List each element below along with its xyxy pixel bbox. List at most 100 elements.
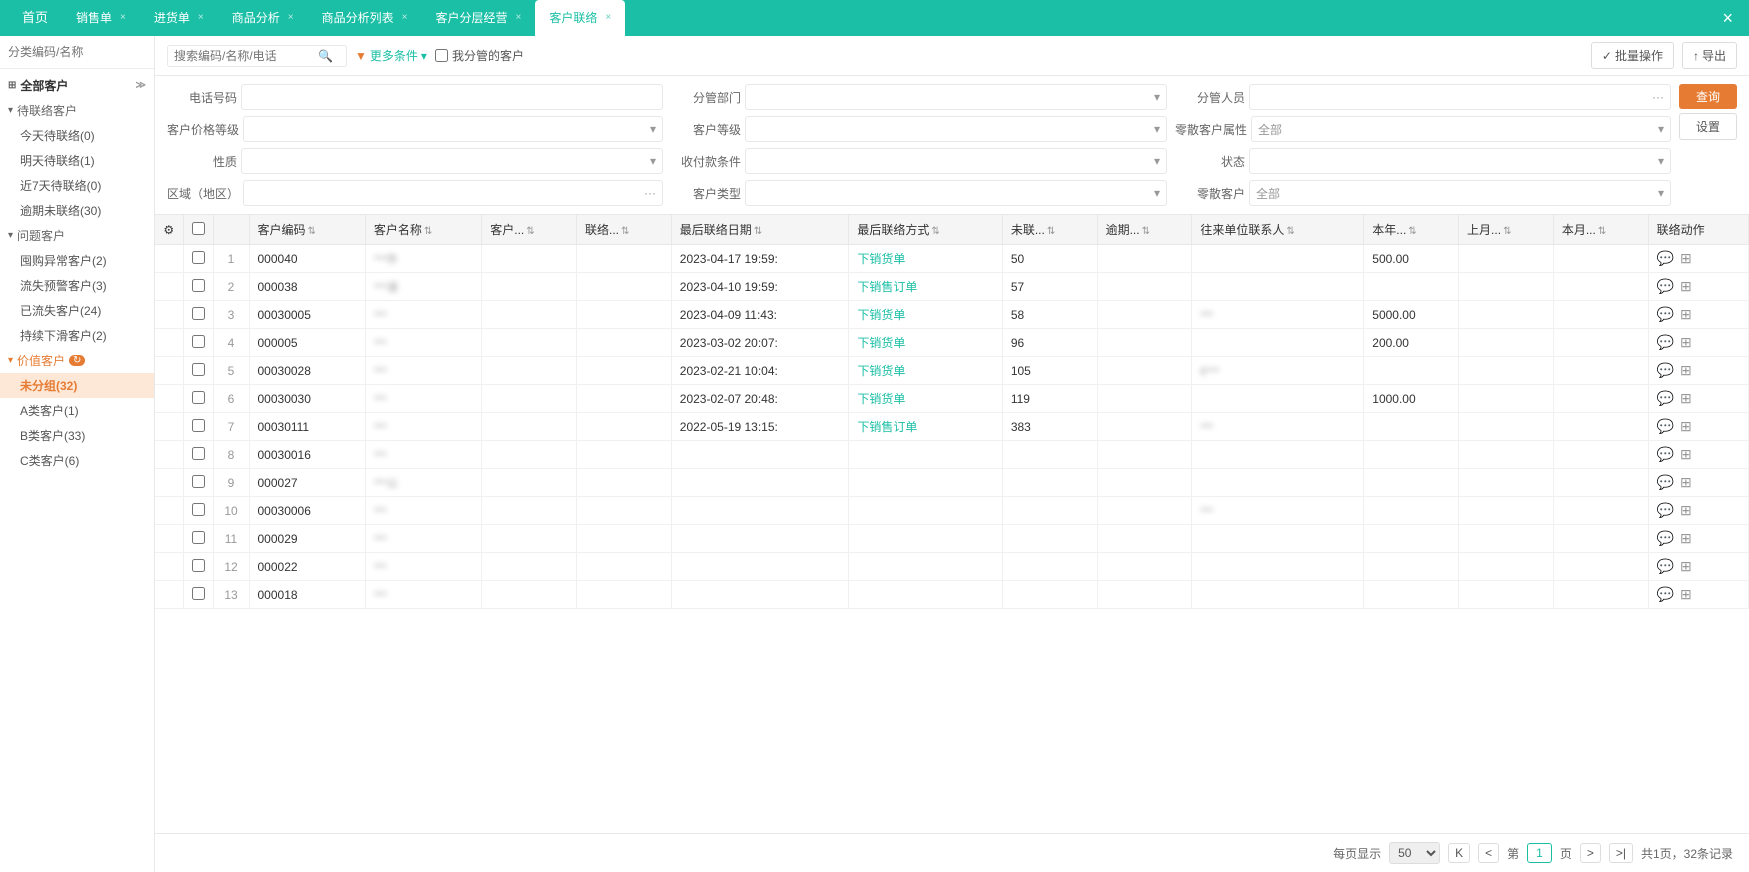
sidebar-item-overdue-pending[interactable]: 逾期未联络(30) (0, 198, 154, 223)
last-way-link[interactable]: 下销售订单 (857, 280, 917, 294)
close-icon[interactable]: × (120, 0, 126, 36)
chat-icon[interactable]: 💬 (1657, 362, 1674, 379)
th-last-date[interactable]: 最后联络日期⇅ (671, 215, 849, 245)
search-button[interactable]: 查询 (1679, 84, 1737, 109)
nature-select[interactable] (241, 148, 663, 174)
cust-type-select[interactable] (745, 180, 1167, 206)
row-check[interactable] (183, 469, 213, 497)
th-code[interactable]: 客户编码⇅ (249, 215, 365, 245)
th-type[interactable]: 客户...⇅ (482, 215, 577, 245)
chat-icon[interactable]: 💬 (1657, 530, 1674, 547)
window-close-button[interactable]: × (1714, 8, 1741, 29)
apps-icon[interactable]: ⊞ (1680, 446, 1692, 463)
nav-tab-analysis[interactable]: 商品分析× (218, 0, 308, 36)
row-checkbox[interactable] (192, 307, 205, 320)
chat-icon[interactable]: 💬 (1657, 278, 1674, 295)
apps-icon[interactable]: ⊞ (1680, 278, 1692, 295)
sidebar-item-7days-pending[interactable]: 近7天待联络(0) (0, 173, 154, 198)
sidebar-all-customers[interactable]: ⊞ 全部客户 ≫ (0, 69, 154, 98)
dept-select[interactable] (745, 84, 1167, 110)
payment-select[interactable] (745, 148, 1167, 174)
last-page-button[interactable]: >| (1609, 843, 1633, 863)
row-check[interactable] (183, 497, 213, 525)
dots-icon[interactable]: ··· (1652, 90, 1664, 104)
my-customers-check[interactable] (435, 49, 448, 62)
apps-icon[interactable]: ⊞ (1680, 530, 1692, 547)
apps-icon[interactable]: ⊞ (1680, 418, 1692, 435)
th-settings[interactable]: ⚙ (155, 215, 183, 245)
apps-icon[interactable]: ⊞ (1680, 390, 1692, 407)
row-check[interactable] (183, 329, 213, 357)
chat-icon[interactable]: 💬 (1657, 306, 1674, 323)
row-checkbox[interactable] (192, 559, 205, 572)
chat-icon[interactable]: 💬 (1657, 502, 1674, 519)
batch-ops-button[interactable]: ✓ 批量操作 (1591, 42, 1674, 69)
chat-icon[interactable]: 💬 (1657, 446, 1674, 463)
my-customers-checkbox[interactable]: 我分管的客户 (435, 47, 524, 64)
sidebar-item-declining[interactable]: 持续下滑客户(2) (0, 323, 154, 348)
price-grade-select[interactable] (243, 116, 663, 142)
page-size-select[interactable]: 50 100 200 (1389, 842, 1440, 864)
row-checkbox[interactable] (192, 251, 205, 264)
th-contact[interactable]: 联络...⇅ (577, 215, 672, 245)
apps-icon[interactable]: ⊞ (1680, 474, 1692, 491)
reset-button[interactable]: 设置 (1679, 113, 1737, 140)
row-check[interactable] (183, 273, 213, 301)
apps-icon[interactable]: ⊞ (1680, 334, 1692, 351)
apps-icon[interactable]: ⊞ (1680, 586, 1692, 603)
close-icon[interactable]: × (515, 0, 521, 36)
row-checkbox[interactable] (192, 531, 205, 544)
region-select[interactable]: ··· (243, 180, 663, 206)
row-check[interactable] (183, 553, 213, 581)
sidebar-item-churn-warning[interactable]: 流失预警客户(3) (0, 273, 154, 298)
nav-tab-sales[interactable]: 销售单× (62, 0, 140, 36)
apps-icon[interactable]: ⊞ (1680, 362, 1692, 379)
close-icon[interactable]: × (402, 0, 408, 36)
chat-icon[interactable]: 💬 (1657, 418, 1674, 435)
th-check[interactable] (183, 215, 213, 245)
search-input[interactable] (174, 49, 314, 63)
row-checkbox[interactable] (192, 363, 205, 376)
nav-tab-analysis-list[interactable]: 商品分析列表× (308, 0, 422, 36)
chat-icon[interactable]: 💬 (1657, 586, 1674, 603)
apps-icon[interactable]: ⊞ (1680, 558, 1692, 575)
sidebar-group-value[interactable]: ▾ 价值客户 ↻ (0, 348, 154, 373)
nav-tab-purchase[interactable]: 进货单× (140, 0, 218, 36)
scatter-select[interactable]: 全部 (1249, 180, 1671, 206)
row-checkbox[interactable] (192, 391, 205, 404)
sidebar-item-class-a[interactable]: A类客户(1) (0, 398, 154, 423)
th-last-way[interactable]: 最后联络方式⇅ (849, 215, 1002, 245)
row-check[interactable] (183, 357, 213, 385)
last-way-link[interactable]: 下销货单 (857, 252, 905, 266)
sidebar-item-today-pending[interactable]: 今天待联络(0) (0, 123, 154, 148)
apps-icon[interactable]: ⊞ (1680, 306, 1692, 323)
sidebar-item-tomorrow-pending[interactable]: 明天待联络(1) (0, 148, 154, 173)
row-check[interactable] (183, 581, 213, 609)
close-icon[interactable]: × (288, 0, 294, 36)
sidebar-item-class-c[interactable]: C类客户(6) (0, 448, 154, 473)
row-checkbox[interactable] (192, 447, 205, 460)
close-icon[interactable]: × (605, 0, 611, 36)
th-name[interactable]: 客户名称⇅ (365, 215, 481, 245)
more-conditions-button[interactable]: ▼ 更多条件 (355, 47, 427, 64)
row-check[interactable] (183, 413, 213, 441)
last-way-link[interactable]: 下销货单 (857, 392, 905, 406)
th-this-month[interactable]: 本月...⇅ (1553, 215, 1648, 245)
grade-select[interactable] (745, 116, 1167, 142)
last-way-link[interactable]: 下销货单 (857, 336, 905, 350)
export-button[interactable]: ↑ 导出 (1682, 42, 1737, 69)
phone-input[interactable] (241, 84, 663, 110)
first-page-button[interactable]: K (1448, 843, 1470, 863)
th-this-year[interactable]: 本年...⇅ (1364, 215, 1459, 245)
chat-icon[interactable]: 💬 (1657, 558, 1674, 575)
th-last-month[interactable]: 上月...⇅ (1459, 215, 1554, 245)
chat-icon[interactable]: 💬 (1657, 334, 1674, 351)
nav-tab-customer-contact[interactable]: 客户联络× (535, 0, 625, 36)
apps-icon[interactable]: ⊞ (1680, 502, 1692, 519)
search-icon[interactable]: 🔍 (318, 49, 333, 63)
th-partner-contact[interactable]: 往来单位联系人⇅ (1192, 215, 1364, 245)
th-overdue[interactable]: 逾期...⇅ (1097, 215, 1192, 245)
row-checkbox[interactable] (192, 475, 205, 488)
apps-icon[interactable]: ⊞ (1680, 250, 1692, 267)
row-check[interactable] (183, 525, 213, 553)
